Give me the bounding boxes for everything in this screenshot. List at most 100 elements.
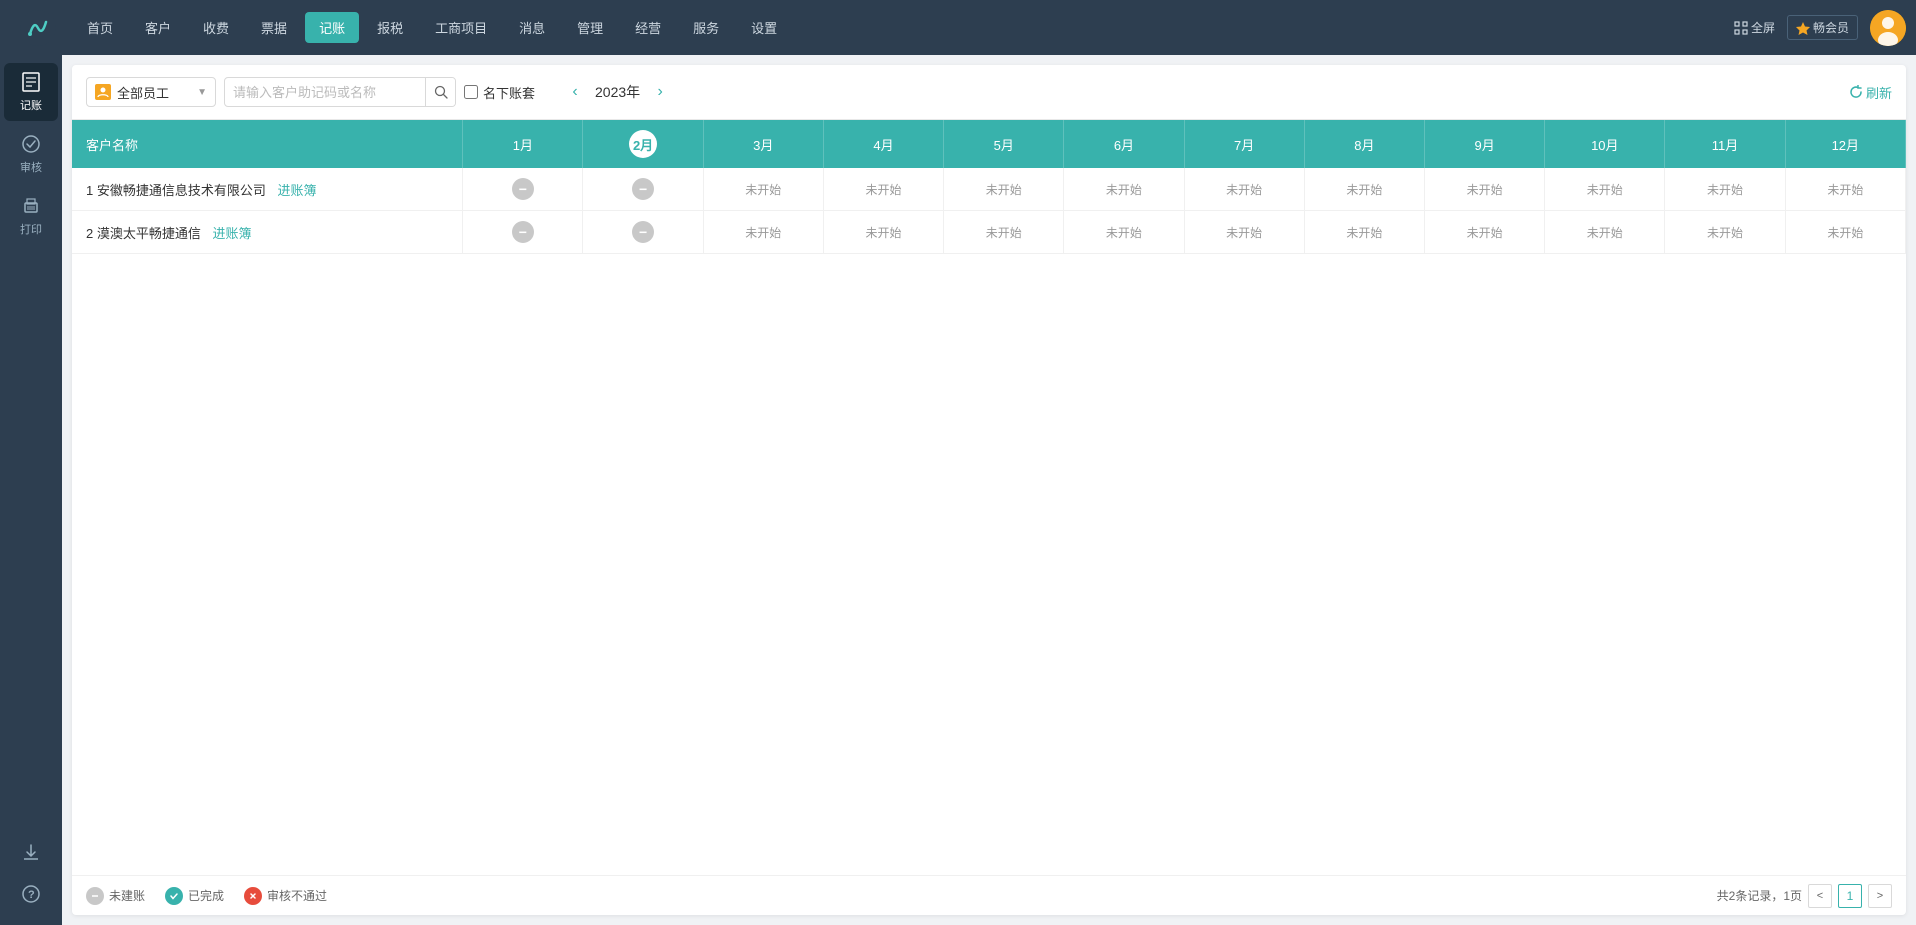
top-nav-right: 全屏 畅会员 (1734, 10, 1906, 46)
row1-index: 1 (86, 183, 93, 198)
search-input[interactable] (225, 85, 425, 100)
search-wrap (224, 77, 456, 107)
logo[interactable] (10, 10, 65, 46)
status-not-started: 未开始 (1707, 226, 1743, 240)
row2-jan: − (463, 211, 583, 254)
status-not-started: 未开始 (986, 183, 1022, 197)
next-year-button[interactable]: › (648, 80, 672, 104)
row2-jul: 未开始 (1184, 211, 1304, 254)
checkbox-wrap[interactable]: 名下账套 (464, 83, 535, 102)
col-jun: 6月 (1064, 120, 1184, 168)
nav-message[interactable]: 消息 (505, 12, 559, 43)
status-not-started: 未开始 (1467, 226, 1503, 240)
current-month-circle: 2月 (629, 130, 657, 158)
row2-link[interactable]: 进账簿 (213, 226, 252, 241)
status-not-started: 未开始 (1707, 183, 1743, 197)
nav-service[interactable]: 服务 (679, 12, 733, 43)
footer: 未建账 已完成 审核不通过 共2条记录，1页 < (72, 875, 1906, 915)
sidebar-bottom: ? (4, 833, 58, 925)
row2-name: 漠澳太平畅捷通信 (97, 226, 201, 241)
table-wrap: 客户名称 1月 2月 3月 4月 5月 6月 7月 8月 9月 (72, 120, 1906, 875)
search-button[interactable] (425, 77, 455, 107)
sidebar-item-audit[interactable]: 审核 (4, 125, 58, 183)
status-not-started: 未开始 (1827, 183, 1863, 197)
row2-may: 未开始 (944, 211, 1064, 254)
my-accounts-checkbox[interactable] (464, 85, 478, 99)
status-dash-icon: − (512, 178, 534, 200)
sidebar-item-print[interactable]: 打印 (4, 187, 58, 245)
main-panel: 全部员工 ▼ 名下账套 ‹ (72, 65, 1906, 915)
row1-dec: 未开始 (1785, 168, 1905, 211)
fullscreen-button[interactable]: 全屏 (1734, 19, 1775, 36)
row1-mar: 未开始 (703, 168, 823, 211)
col-oct: 10月 (1545, 120, 1665, 168)
col-dec: 12月 (1785, 120, 1905, 168)
col-customer-name: 客户名称 (72, 120, 463, 168)
legend-completed-label: 已完成 (188, 887, 224, 904)
pagination: 共2条记录，1页 < 1 > (1717, 884, 1892, 908)
pagination-total: 共2条记录，1页 (1717, 887, 1802, 904)
ledger-icon (20, 71, 42, 93)
employee-select[interactable]: 全部员工 ▼ (86, 77, 216, 107)
col-jan: 1月 (463, 120, 583, 168)
table-row: 2 漠澳太平畅捷通信 进账簿 − − 未开始 未开始 未开始 未开始 未开始 未… (72, 211, 1906, 254)
sidebar-item-ledger[interactable]: 记账 (4, 63, 58, 121)
next-page-button[interactable]: > (1868, 884, 1892, 908)
help-icon: ? (20, 883, 42, 905)
chevron-down-icon: ▼ (197, 87, 207, 98)
row1-oct: 未开始 (1545, 168, 1665, 211)
sidebar-item-download[interactable] (4, 833, 58, 871)
top-nav: 首页 客户 收费 票据 记账 报税 工商项目 消息 管理 经营 服务 设置 全屏… (0, 0, 1916, 55)
nav-business[interactable]: 工商项目 (421, 12, 501, 43)
status-not-started: 未开始 (986, 226, 1022, 240)
col-may: 5月 (944, 120, 1064, 168)
status-not-started: 未开始 (1587, 226, 1623, 240)
refresh-button[interactable]: 刷新 (1849, 83, 1892, 102)
nav-operation[interactable]: 经营 (621, 12, 675, 43)
sidebar-audit-label: 审核 (20, 159, 42, 175)
svg-text:?: ? (28, 889, 35, 901)
status-not-started: 未开始 (865, 226, 901, 240)
row1-sep: 未开始 (1424, 168, 1544, 211)
row2-aug: 未开始 (1304, 211, 1424, 254)
col-mar: 3月 (703, 120, 823, 168)
main-nav: 首页 客户 收费 票据 记账 报税 工商项目 消息 管理 经营 服务 设置 (73, 12, 1734, 43)
prev-year-button[interactable]: ‹ (563, 80, 587, 104)
nav-home[interactable]: 首页 (73, 12, 127, 43)
row2-jun: 未开始 (1064, 211, 1184, 254)
avatar[interactable] (1870, 10, 1906, 46)
status-dash-icon: − (632, 221, 654, 243)
row1-jun: 未开始 (1064, 168, 1184, 211)
col-feb: 2月 (583, 120, 703, 168)
current-page: 1 (1838, 884, 1862, 908)
legend-rejected: 审核不通过 (244, 887, 327, 905)
vip-button[interactable]: 畅会员 (1787, 15, 1858, 40)
col-jul: 7月 (1184, 120, 1304, 168)
status-dash-icon: − (512, 221, 534, 243)
sidebar-item-help[interactable]: ? (4, 875, 58, 913)
row1-link[interactable]: 进账簿 (278, 183, 317, 198)
col-apr: 4月 (823, 120, 943, 168)
employee-icon (95, 84, 111, 100)
row1-aug: 未开始 (1304, 168, 1424, 211)
nav-manage[interactable]: 管理 (563, 12, 617, 43)
row2-oct: 未开始 (1545, 211, 1665, 254)
row2-nov: 未开始 (1665, 211, 1785, 254)
nav-invoice[interactable]: 票据 (247, 12, 301, 43)
nav-settings[interactable]: 设置 (737, 12, 791, 43)
nav-tax[interactable]: 报税 (363, 12, 417, 43)
nav-customer[interactable]: 客户 (131, 12, 185, 43)
status-not-started: 未开始 (1226, 226, 1262, 240)
prev-page-button[interactable]: < (1808, 884, 1832, 908)
table-row: 1 安徽畅捷通信息技术有限公司 进账簿 − − 未开始 未开始 未开始 未开始 … (72, 168, 1906, 211)
status-not-started: 未开始 (1587, 183, 1623, 197)
row1-feb: − (583, 168, 703, 211)
toolbar: 全部员工 ▼ 名下账套 ‹ (72, 65, 1906, 120)
status-not-started: 未开始 (865, 183, 901, 197)
nav-ledger[interactable]: 记账 (305, 12, 359, 43)
fullscreen-label: 全屏 (1751, 19, 1775, 36)
row1-name: 安徽畅捷通信息技术有限公司 (97, 183, 266, 198)
nav-billing[interactable]: 收费 (189, 12, 243, 43)
vip-label: 畅会员 (1813, 19, 1849, 36)
print-icon (20, 195, 42, 217)
